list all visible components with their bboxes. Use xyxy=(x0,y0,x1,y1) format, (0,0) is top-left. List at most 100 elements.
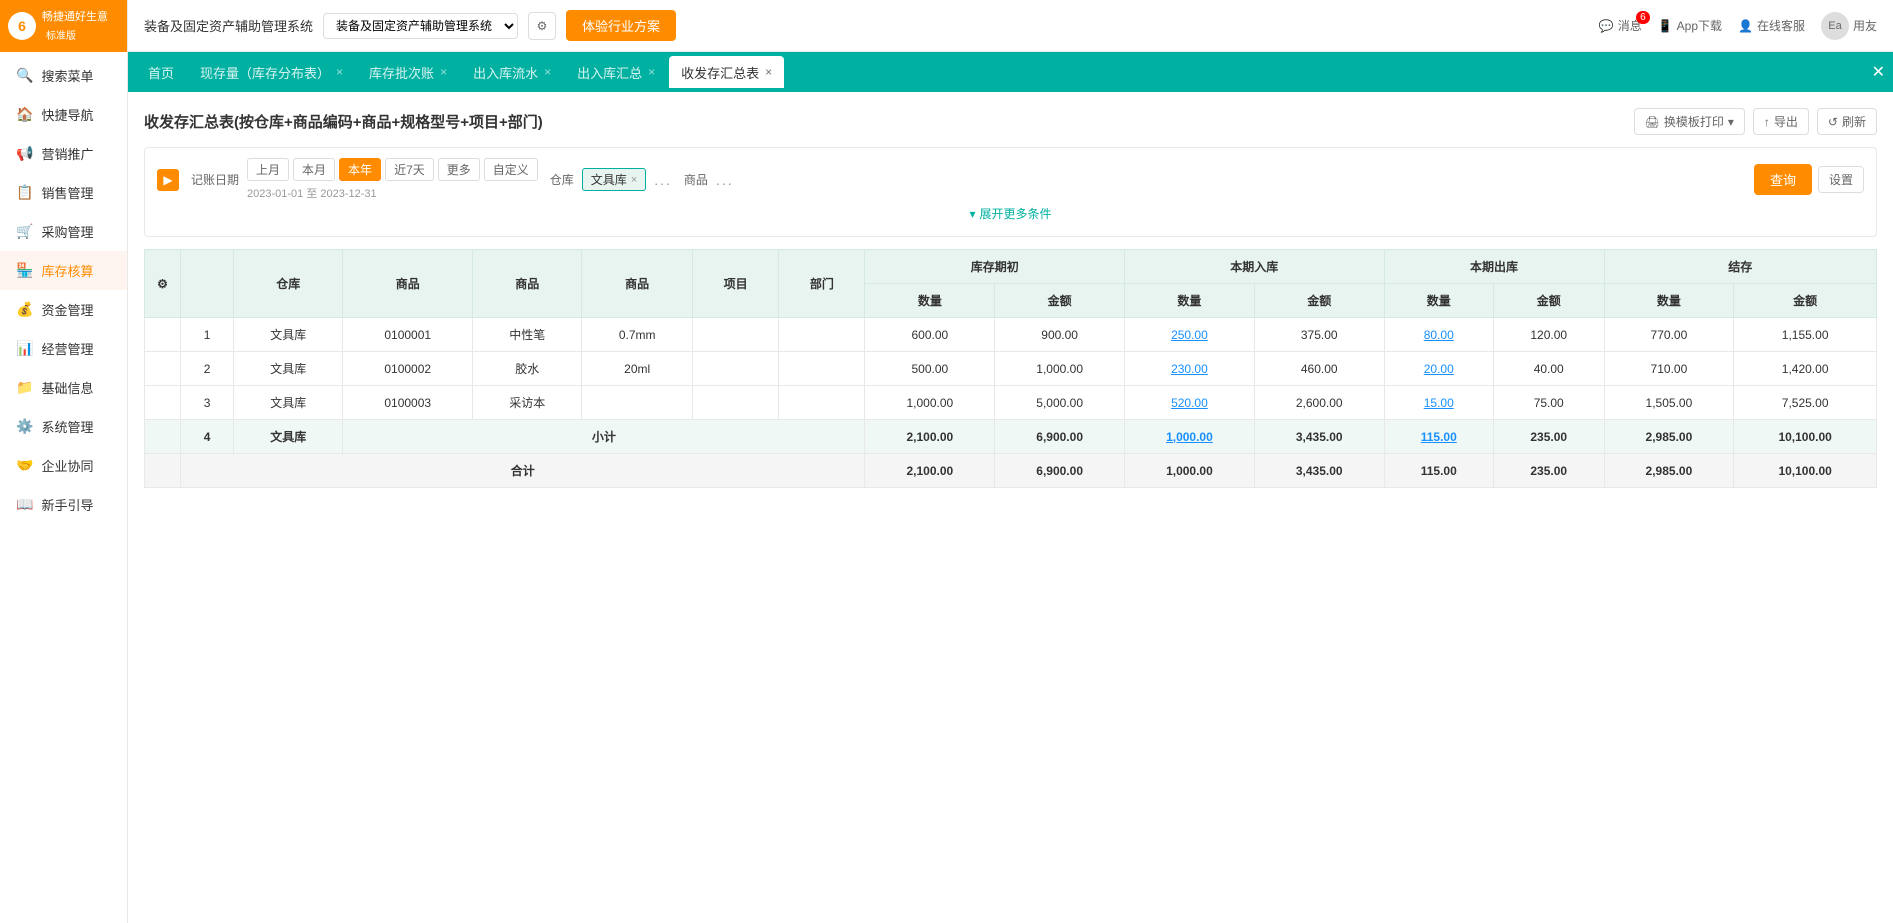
row-out-qty[interactable]: 20.00 xyxy=(1384,352,1493,386)
sidebar-item-system[interactable]: ⚙️ 系统管理 xyxy=(0,407,127,446)
sidebar-item-label: 营销推广 xyxy=(41,144,93,163)
user-menu-button[interactable]: Ea 用友 xyxy=(1821,12,1877,40)
tab-home-label: 首页 xyxy=(148,63,174,82)
print-template-button[interactable]: 🖨 换模板打印 ▾ xyxy=(1634,108,1745,135)
subtotal-in-qty[interactable]: 1,000.00 xyxy=(1125,420,1255,454)
date-btn-custom[interactable]: 自定义 xyxy=(484,158,538,181)
sidebar-item-basic[interactable]: 📁 基础信息 xyxy=(0,368,127,407)
subtotal-out-qty[interactable]: 115.00 xyxy=(1384,420,1493,454)
tab-batch[interactable]: 库存批次账 × xyxy=(357,56,459,88)
refresh-label: 刷新 xyxy=(1842,113,1866,130)
filter-row: ▶ 记账日期 上月 本月 本年 近7天 更多 自定义 2023-01-01 至 … xyxy=(157,158,1864,201)
footer-out-qty: 115.00 xyxy=(1384,454,1493,488)
date-btn-more[interactable]: 更多 xyxy=(438,158,480,181)
row-in-amt: 460.00 xyxy=(1254,352,1384,386)
col-header-out-qty: 数量 xyxy=(1384,284,1493,318)
row-warehouse: 文具库 xyxy=(234,386,343,420)
col-header-name: 商品 xyxy=(473,250,582,318)
page-title: 收发存汇总表(按仓库+商品编码+商品+规格型号+项目+部门) xyxy=(144,111,543,132)
col-header-in-qty: 数量 xyxy=(1125,284,1255,318)
subtotal-num: 4 xyxy=(181,420,234,454)
sidebar-item-inventory[interactable]: 🏪 库存核算 xyxy=(0,251,127,290)
refresh-button[interactable]: ↺ 刷新 xyxy=(1817,108,1877,135)
subtotal-close-amt: 10,100.00 xyxy=(1734,420,1877,454)
app-download-button[interactable]: 📱 App下载 xyxy=(1658,17,1722,34)
date-btn-last-month[interactable]: 上月 xyxy=(247,158,289,181)
filter-settings-button[interactable]: 设置 xyxy=(1818,166,1864,193)
sidebar-item-search[interactable]: 🔍 搜索菜单 xyxy=(0,56,127,95)
row-project xyxy=(692,318,778,352)
row-close-qty: 770.00 xyxy=(1604,318,1734,352)
tab-receive-summary[interactable]: 收发存汇总表 × xyxy=(669,56,784,88)
warehouse-more-button[interactable]: ... xyxy=(654,172,672,188)
tab-bar: 首页 现存量（库存分布表） × 库存批次账 × 出入库流水 × 出入库汇总 × … xyxy=(128,52,1893,92)
row-out-qty[interactable]: 80.00 xyxy=(1384,318,1493,352)
refresh-icon: ↺ xyxy=(1828,115,1838,129)
tab-stock[interactable]: 现存量（库存分布表） × xyxy=(188,56,355,88)
col-header-close-qty: 数量 xyxy=(1604,284,1734,318)
online-service-button[interactable]: 👤 在线客服 xyxy=(1738,17,1805,34)
date-btn-this-year[interactable]: 本年 xyxy=(339,158,381,181)
tab-flow-close[interactable]: × xyxy=(544,65,551,79)
tab-flow[interactable]: 出入库流水 × xyxy=(461,56,563,88)
row-in-qty[interactable]: 230.00 xyxy=(1125,352,1255,386)
gear-icon[interactable]: ⚙ xyxy=(157,277,168,291)
title-actions: 🖨 换模板打印 ▾ ↑ 导出 ↺ 刷新 xyxy=(1634,108,1877,135)
row-project xyxy=(692,386,778,420)
table-row: 3 文具库 0100003 采访本 1,000.00 5,000.00 520.… xyxy=(145,386,1877,420)
sidebar-item-quick[interactable]: 🏠 快捷导航 xyxy=(0,95,127,134)
row-open-amt: 5,000.00 xyxy=(995,386,1125,420)
messages-button[interactable]: 💬 消息 6 xyxy=(1599,17,1642,34)
row-in-qty[interactable]: 250.00 xyxy=(1125,318,1255,352)
sidebar-item-finance[interactable]: 💰 资金管理 xyxy=(0,290,127,329)
tab-summary-inout[interactable]: 出入库汇总 × xyxy=(565,56,667,88)
guide-icon: 📖 xyxy=(16,496,33,513)
row-close-qty: 710.00 xyxy=(1604,352,1734,386)
try-industry-button[interactable]: 体验行业方案 xyxy=(566,10,676,41)
sidebar-item-label: 新手引导 xyxy=(41,495,93,514)
row-num: 3 xyxy=(181,386,234,420)
date-btn-this-month[interactable]: 本月 xyxy=(293,158,335,181)
sidebar-item-sales[interactable]: 📋 销售管理 xyxy=(0,173,127,212)
system-selector[interactable]: 装备及固定资产辅助管理系统 xyxy=(323,13,518,39)
product-more-button[interactable]: ... xyxy=(716,172,734,188)
sidebar-item-guide[interactable]: 📖 新手引导 xyxy=(0,485,127,524)
app-icon: 📱 xyxy=(1658,19,1673,33)
tab-receive-summary-close[interactable]: × xyxy=(765,65,772,79)
query-button[interactable]: 查询 xyxy=(1754,164,1812,195)
col-header-gear: ⚙ xyxy=(145,250,181,318)
filter-collapse-button[interactable]: ▶ xyxy=(157,169,179,191)
date-btn-7days[interactable]: 近7天 xyxy=(385,158,434,181)
sidebar-item-marketing[interactable]: 📢 营销推广 xyxy=(0,134,127,173)
settings-gear-button[interactable]: ⚙ xyxy=(528,12,556,40)
tab-stock-close[interactable]: × xyxy=(336,65,343,79)
tab-bar-close-button[interactable]: ✕ xyxy=(1872,62,1885,82)
tab-home[interactable]: 首页 xyxy=(136,56,186,88)
sidebar-item-operations[interactable]: 📊 经营管理 xyxy=(0,329,127,368)
basic-icon: 📁 xyxy=(16,379,33,396)
filter-panel: ▶ 记账日期 上月 本月 本年 近7天 更多 自定义 2023-01-01 至 … xyxy=(144,147,1877,237)
sidebar-item-label: 快捷导航 xyxy=(41,105,93,124)
row-in-qty[interactable]: 520.00 xyxy=(1125,386,1255,420)
tab-summary-inout-label: 出入库汇总 xyxy=(577,63,642,82)
messages-badge: 6 xyxy=(1636,11,1650,24)
subtotal-warehouse: 文具库 xyxy=(234,420,343,454)
sidebar-item-purchase[interactable]: 🛒 采购管理 xyxy=(0,212,127,251)
filter-actions: 查询 设置 xyxy=(1754,164,1864,195)
search-icon: 🔍 xyxy=(16,67,33,84)
export-button[interactable]: ↑ 导出 xyxy=(1753,108,1809,135)
warehouse-tag-remove[interactable]: × xyxy=(631,174,637,186)
expand-conditions-button[interactable]: ▾ 展开更多条件 xyxy=(157,201,1864,226)
tab-stock-label: 现存量（库存分布表） xyxy=(200,63,330,82)
row-close-amt: 7,525.00 xyxy=(1734,386,1877,420)
tab-summary-inout-close[interactable]: × xyxy=(648,65,655,79)
enterprise-icon: 🤝 xyxy=(16,457,33,474)
data-table: ⚙ 仓库 商品 商品 商品 项目 部门 库存期初 本期入库 本期出库 结存 xyxy=(144,249,1877,488)
tab-batch-close[interactable]: × xyxy=(440,65,447,79)
row-out-qty[interactable]: 15.00 xyxy=(1384,386,1493,420)
row-open-amt: 900.00 xyxy=(995,318,1125,352)
finance-icon: 💰 xyxy=(16,301,33,318)
tab-batch-label: 库存批次账 xyxy=(369,63,434,82)
row-warehouse: 文具库 xyxy=(234,352,343,386)
sidebar-item-enterprise[interactable]: 🤝 企业协同 xyxy=(0,446,127,485)
